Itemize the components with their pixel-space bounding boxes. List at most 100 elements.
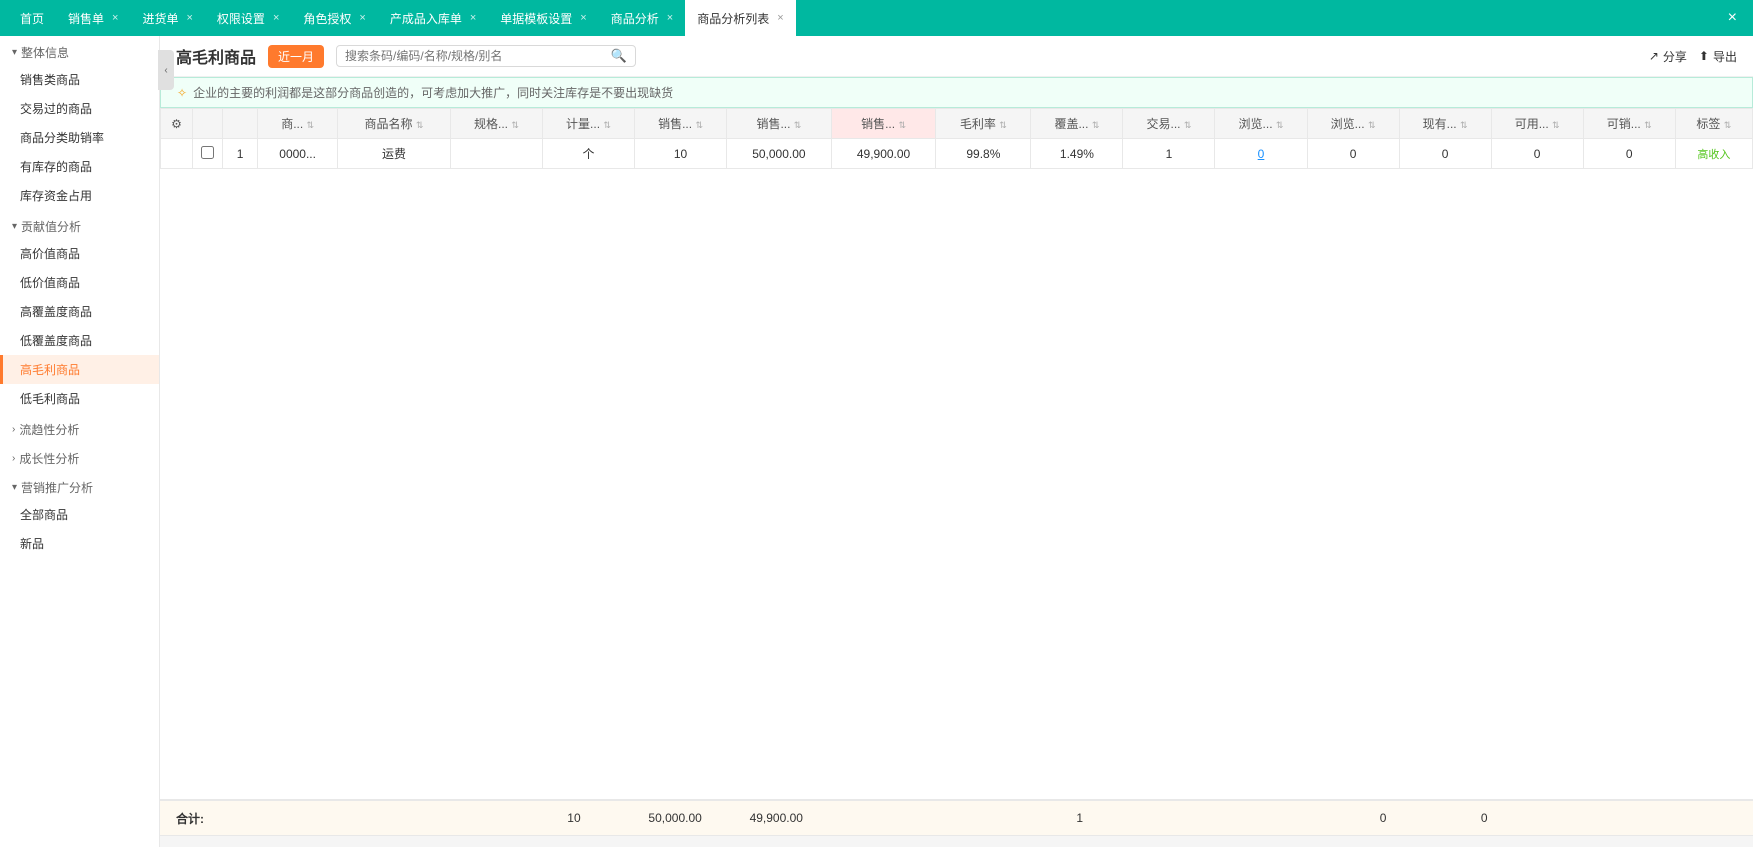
footer-sales-profit: 49,900.00	[726, 811, 827, 825]
share-button[interactable]: ↗ 分享	[1649, 48, 1687, 65]
main-layout: ▾ 整体信息 销售类商品 交易过的商品 商品分类助销率 有库存的商品 库存资金占…	[0, 36, 1753, 847]
sidebar-item-high-margin[interactable]: 高毛利商品	[0, 355, 159, 384]
nav-product-analysis-list-close[interactable]: ×	[777, 12, 783, 24]
sidebar-group-marketing[interactable]: ▾ 营销推广分析	[0, 471, 159, 500]
col-sales-qty[interactable]: 销售... ⇅	[635, 109, 727, 139]
row-index: 1	[223, 139, 258, 169]
search-input[interactable]	[345, 49, 611, 63]
horizontal-scrollbar[interactable]	[160, 835, 1753, 847]
col-settings[interactable]: ⚙	[161, 109, 193, 139]
nav-home[interactable]: 首页	[8, 0, 56, 36]
nav-role-auth-close[interactable]: ×	[359, 12, 365, 24]
nav-permission-settings-close[interactable]: ×	[273, 12, 279, 24]
nav-sales-order-close[interactable]: ×	[112, 12, 118, 24]
sidebar-item-all-goods[interactable]: 全部商品	[0, 500, 159, 529]
sidebar-group-trend[interactable]: › 流趋性分析	[0, 413, 159, 442]
page-title: 高毛利商品	[176, 44, 256, 68]
row-sales-amount: 50,000.00	[727, 139, 832, 169]
top-nav: 首页 销售单 × 进货单 × 权限设置 × 角色授权 × 产成品入库单 × 单据…	[0, 0, 1753, 36]
content-area: 高毛利商品 近一月 🔍 ↗ 分享 ⬆ 导出 ✧ 企业的主要的利润都是这部分商品创…	[160, 36, 1753, 847]
row-checkbox[interactable]	[193, 139, 223, 169]
row-transaction: 1	[1123, 139, 1215, 169]
table-container: ⚙ 商... ⇅ 商品名称 ⇅ 规格... ⇅ 计量... ⇅ 销售... ⇅ …	[160, 108, 1753, 799]
sidebar-item-high-value[interactable]: 高价值商品	[0, 239, 159, 268]
footer-sellable	[1535, 811, 1636, 825]
col-tag[interactable]: 标签 ⇅	[1675, 109, 1752, 139]
col-spec[interactable]: 规格... ⇅	[450, 109, 542, 139]
footer-current-stock: 0	[1333, 811, 1434, 825]
col-code[interactable]: 商... ⇅	[258, 109, 338, 139]
col-current-stock[interactable]: 现有... ⇅	[1399, 109, 1491, 139]
sidebar-item-new-goods[interactable]: 新品	[0, 529, 159, 558]
nav-role-auth[interactable]: 角色授权 ×	[291, 0, 377, 36]
nav-product-inbound[interactable]: 产成品入库单 ×	[378, 0, 488, 36]
sidebar-item-high-coverage[interactable]: 高覆盖度商品	[0, 297, 159, 326]
filter-recent-month-button[interactable]: 近一月	[268, 45, 324, 68]
footer-label: 合计:	[176, 810, 236, 827]
col-gross-margin[interactable]: 毛利率 ⇅	[936, 109, 1031, 139]
sidebar-item-in-stock-goods[interactable]: 有库存的商品	[0, 152, 159, 181]
col-index	[223, 109, 258, 139]
export-button[interactable]: ⬆ 导出	[1699, 48, 1737, 65]
sidebar-group-overall[interactable]: ▾ 整体信息	[0, 36, 159, 65]
footer-spacer-1	[236, 811, 523, 825]
row-checkbox-input[interactable]	[201, 146, 214, 159]
nav-template-settings[interactable]: 单据模板设置 ×	[488, 0, 598, 36]
row-sellable: 0	[1583, 139, 1675, 169]
sidebar-item-traded-goods[interactable]: 交易过的商品	[0, 94, 159, 123]
nav-sales-order[interactable]: 销售单 ×	[56, 0, 130, 36]
row-spec	[450, 139, 542, 169]
window-close-button[interactable]: ×	[1720, 9, 1745, 27]
header-actions: ↗ 分享 ⬆ 导出	[1649, 48, 1737, 65]
col-name[interactable]: 商品名称 ⇅	[338, 109, 451, 139]
footer-sales-amount: 50,000.00	[625, 811, 726, 825]
nav-product-inbound-close[interactable]: ×	[470, 12, 476, 24]
col-browse1[interactable]: 浏览... ⇅	[1215, 109, 1307, 139]
footer-available: 0	[1434, 811, 1535, 825]
row-gross-margin: 99.8%	[936, 139, 1031, 169]
sidebar-item-low-margin[interactable]: 低毛利商品	[0, 384, 159, 413]
col-coverage[interactable]: 覆盖... ⇅	[1031, 109, 1123, 139]
row-sales-profit: 49,900.00	[831, 139, 936, 169]
sidebar-item-stock-capital[interactable]: 库存资金占用	[0, 181, 159, 210]
row-sales-qty: 10	[635, 139, 727, 169]
expand-arrow-contribution: ▾	[12, 221, 17, 232]
nav-product-analysis[interactable]: 商品分析 ×	[599, 0, 685, 36]
row-coverage: 1.49%	[1031, 139, 1123, 169]
row-unit: 个	[542, 139, 634, 169]
share-icon: ↗	[1649, 49, 1659, 63]
nav-product-analysis-list[interactable]: 商品分析列表 ×	[685, 0, 795, 36]
sidebar-toggle-button[interactable]: ‹	[158, 50, 174, 90]
expand-arrow-marketing: ▾	[12, 482, 17, 493]
col-sales-profit[interactable]: 销售... ⇅	[831, 109, 936, 139]
nav-purchase-order-close[interactable]: ×	[186, 12, 192, 24]
footer-coverage	[928, 811, 1029, 825]
nav-template-settings-close[interactable]: ×	[580, 12, 586, 24]
nav-permission-settings[interactable]: 权限设置 ×	[205, 0, 291, 36]
sidebar-item-category-rate[interactable]: 商品分类助销率	[0, 123, 159, 152]
col-unit[interactable]: 计量... ⇅	[542, 109, 634, 139]
table-footer: 合计: 10 50,000.00 49,900.00 1 0 0	[160, 799, 1753, 835]
row-available: 0	[1491, 139, 1583, 169]
col-transaction[interactable]: 交易... ⇅	[1123, 109, 1215, 139]
col-browse2[interactable]: 浏览... ⇅	[1307, 109, 1399, 139]
sidebar-item-low-coverage[interactable]: 低覆盖度商品	[0, 326, 159, 355]
nav-purchase-order[interactable]: 进货单 ×	[130, 0, 204, 36]
expand-arrow-growth: ›	[12, 453, 15, 464]
info-banner: ✧ 企业的主要的利润都是这部分商品创造的，可考虑加大推广，同时关注库存是不要出现…	[160, 77, 1753, 108]
col-sales-amount[interactable]: 销售... ⇅	[727, 109, 832, 139]
sidebar-item-low-value[interactable]: 低价值商品	[0, 268, 159, 297]
row-tag: 高收入	[1675, 139, 1752, 169]
col-sellable[interactable]: 可销... ⇅	[1583, 109, 1675, 139]
footer-cells: 10 50,000.00 49,900.00 1 0 0	[236, 811, 1737, 825]
sidebar-group-growth[interactable]: › 成长性分析	[0, 442, 159, 471]
footer-gross-margin	[827, 811, 928, 825]
row-browse1[interactable]: 0	[1215, 139, 1307, 169]
sidebar-item-sales-goods[interactable]: 销售类商品	[0, 65, 159, 94]
expand-arrow-overall: ▾	[12, 47, 17, 58]
nav-product-analysis-close[interactable]: ×	[667, 12, 673, 24]
search-icon[interactable]: 🔍	[611, 48, 627, 64]
sidebar-group-contribution[interactable]: ▾ 贡献值分析	[0, 210, 159, 239]
col-available[interactable]: 可用... ⇅	[1491, 109, 1583, 139]
row-browse2: 0	[1307, 139, 1399, 169]
